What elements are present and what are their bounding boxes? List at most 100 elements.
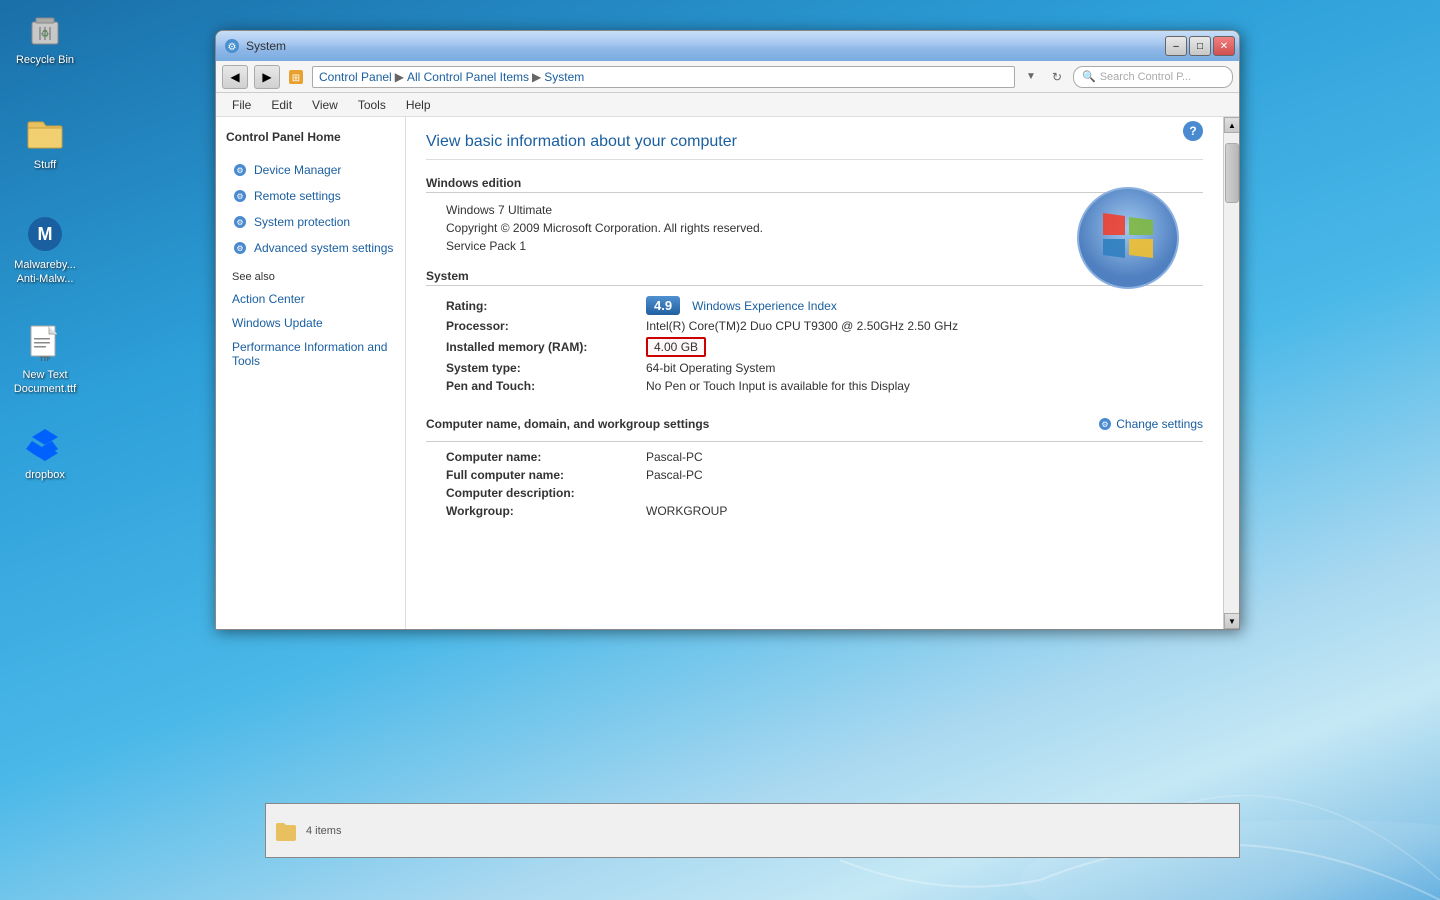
ram-row: Installed memory (RAM): 4.00 GB [446,337,1203,357]
full-computer-name-value: Pascal-PC [646,468,703,482]
change-settings-icon: ⚙ [1098,417,1112,431]
menu-help[interactable]: Help [398,96,439,114]
pen-touch-value: No Pen or Touch Input is available for t… [646,379,910,393]
sidebar-system-protection[interactable]: ⚙ System protection [216,209,405,235]
workgroup-value: WORKGROUP [646,504,727,518]
ram-value: 4.00 GB [646,337,706,357]
svg-text:TTF: TTF [40,357,51,363]
change-settings-button[interactable]: ⚙ Change settings [1098,417,1203,431]
address-path[interactable]: Control Panel ▶ All Control Panel Items … [312,66,1015,88]
refresh-button[interactable]: ↻ [1047,67,1067,87]
title-bar: ⚙ System – □ ✕ [216,31,1239,61]
menu-view[interactable]: View [304,96,346,114]
recycle-bin-icon: ♻ [25,9,65,49]
desktop: ♻ Recycle Bin Stuff M Malwareby...Anti-M… [0,0,1440,900]
desktop-icon-stuff[interactable]: Stuff [5,110,85,176]
processor-row: Processor: Intel(R) Core(TM)2 Duo CPU T9… [446,319,1203,333]
menu-file[interactable]: File [224,96,259,114]
comp-name-header: Computer name, domain, and workgroup set… [426,417,1203,433]
content-area: Control Panel Home ⚙ Device Manager ⚙ Re… [216,117,1239,629]
window-icon: ⚙ [224,38,240,54]
see-also-title: See also [216,261,405,287]
wei-badge: 4.9 [646,296,680,315]
full-computer-name-label: Full computer name: [446,468,646,482]
dropdown-button[interactable]: ▼ [1021,67,1041,87]
control-panel-home-label: Control Panel Home [226,130,341,144]
system-protection-label: System protection [254,215,350,229]
minimize-button[interactable]: – [1165,36,1187,56]
maximize-button[interactable]: □ [1189,36,1211,56]
svg-text:⚙: ⚙ [236,192,243,201]
action-center-label: Action Center [232,292,305,306]
sidebar-device-manager[interactable]: ⚙ Device Manager [216,157,405,183]
sidebar-action-center[interactable]: Action Center [216,287,405,311]
menu-edit[interactable]: Edit [263,96,300,114]
sidebar-windows-update[interactable]: Windows Update [216,311,405,335]
computer-name-label: Computer name: [446,450,646,464]
menu-tools[interactable]: Tools [350,96,394,114]
sidebar-control-panel-home[interactable]: Control Panel Home [216,125,405,149]
wei-link[interactable]: Windows Experience Index [692,299,837,313]
edition-name: Windows 7 Ultimate [446,203,552,217]
system-window: ⚙ System – □ ✕ ◀ ▶ ⊞ Control Panel [215,30,1240,630]
desktop-icon-malwarebytes[interactable]: M Malwareby...Anti-Malw... [5,210,85,291]
window-title: System [246,39,286,53]
comp-name-section-header: Computer name, domain, and workgroup set… [426,417,1098,433]
change-settings-label: Change settings [1116,417,1203,431]
desktop-icon-text-doc[interactable]: TTF New Text Document.ttf [5,320,85,401]
scroll-track[interactable] [1224,133,1239,613]
scroll-down-button[interactable]: ▼ [1224,613,1239,629]
sidebar-remote-settings[interactable]: ⚙ Remote settings [216,183,405,209]
sidebar-performance-info[interactable]: Performance Information and Tools [216,335,405,373]
dropbox-label: dropbox [25,468,65,482]
items-count: 4 items [306,825,341,837]
page-title: View basic information about your comput… [426,133,1203,160]
desktop-icon-recycle-bin[interactable]: ♻ Recycle Bin [5,5,85,71]
svg-text:⚙: ⚙ [228,42,237,53]
full-computer-name-row: Full computer name: Pascal-PC [446,468,1203,482]
performance-info-label: Performance Information and Tools [232,340,395,368]
text-doc-label: New Text Document.ttf [9,368,81,397]
help-button[interactable]: ? [1183,121,1203,141]
computer-desc-label: Computer description: [446,486,646,500]
system-type-value: 64-bit Operating System [646,361,775,375]
text-doc-icon: TTF [25,324,65,364]
remote-settings-label: Remote settings [254,189,341,203]
search-box[interactable]: 🔍 Search Control P... [1073,66,1233,88]
close-button[interactable]: ✕ [1213,36,1235,56]
processor-value: Intel(R) Core(TM)2 Duo CPU T9300 @ 2.50G… [646,319,958,333]
device-manager-icon: ⚙ [232,162,248,178]
svg-text:⚙: ⚙ [236,218,243,227]
sidebar: Control Panel Home ⚙ Device Manager ⚙ Re… [216,117,406,629]
advanced-settings-label: Advanced system settings [254,241,393,255]
windows-update-label: Windows Update [232,316,323,330]
scroll-thumb[interactable] [1225,143,1239,203]
file-explorer-bar: 4 items [274,819,1231,843]
workgroup-row: Workgroup: WORKGROUP [446,504,1203,518]
menu-bar: File Edit View Tools Help [216,93,1239,117]
search-icon: 🔍 [1082,70,1096,83]
service-pack-text: Service Pack 1 [446,239,526,253]
address-bar: ◀ ▶ ⊞ Control Panel ▶ All Control Panel … [216,61,1239,93]
computer-name-section: Computer name, domain, and workgroup set… [426,409,1203,518]
path-system: System [544,70,584,84]
sidebar-advanced-system-settings[interactable]: ⚙ Advanced system settings [216,235,405,261]
scroll-up-button[interactable]: ▲ [1224,117,1239,133]
address-icon: ⊞ [286,67,306,87]
computer-name-row: Computer name: Pascal-PC [446,450,1203,464]
forward-button[interactable]: ▶ [254,65,280,89]
malwarebytes-label: Malwareby...Anti-Malw... [14,258,76,287]
svg-text:⚙: ⚙ [236,166,243,175]
search-placeholder: Search Control P... [1100,71,1192,83]
path-control-panel: Control Panel [319,70,392,84]
malwarebytes-icon: M [25,214,65,254]
desktop-icon-dropbox[interactable]: dropbox [5,420,85,486]
rating-label: Rating: [446,299,646,313]
pen-touch-row: Pen and Touch: No Pen or Touch Input is … [446,379,1203,393]
advanced-settings-icon: ⚙ [232,240,248,256]
system-protection-icon: ⚙ [232,214,248,230]
back-button[interactable]: ◀ [222,65,248,89]
stuff-folder-icon [25,114,65,154]
system-type-row: System type: 64-bit Operating System [446,361,1203,375]
svg-text:M: M [38,224,53,244]
